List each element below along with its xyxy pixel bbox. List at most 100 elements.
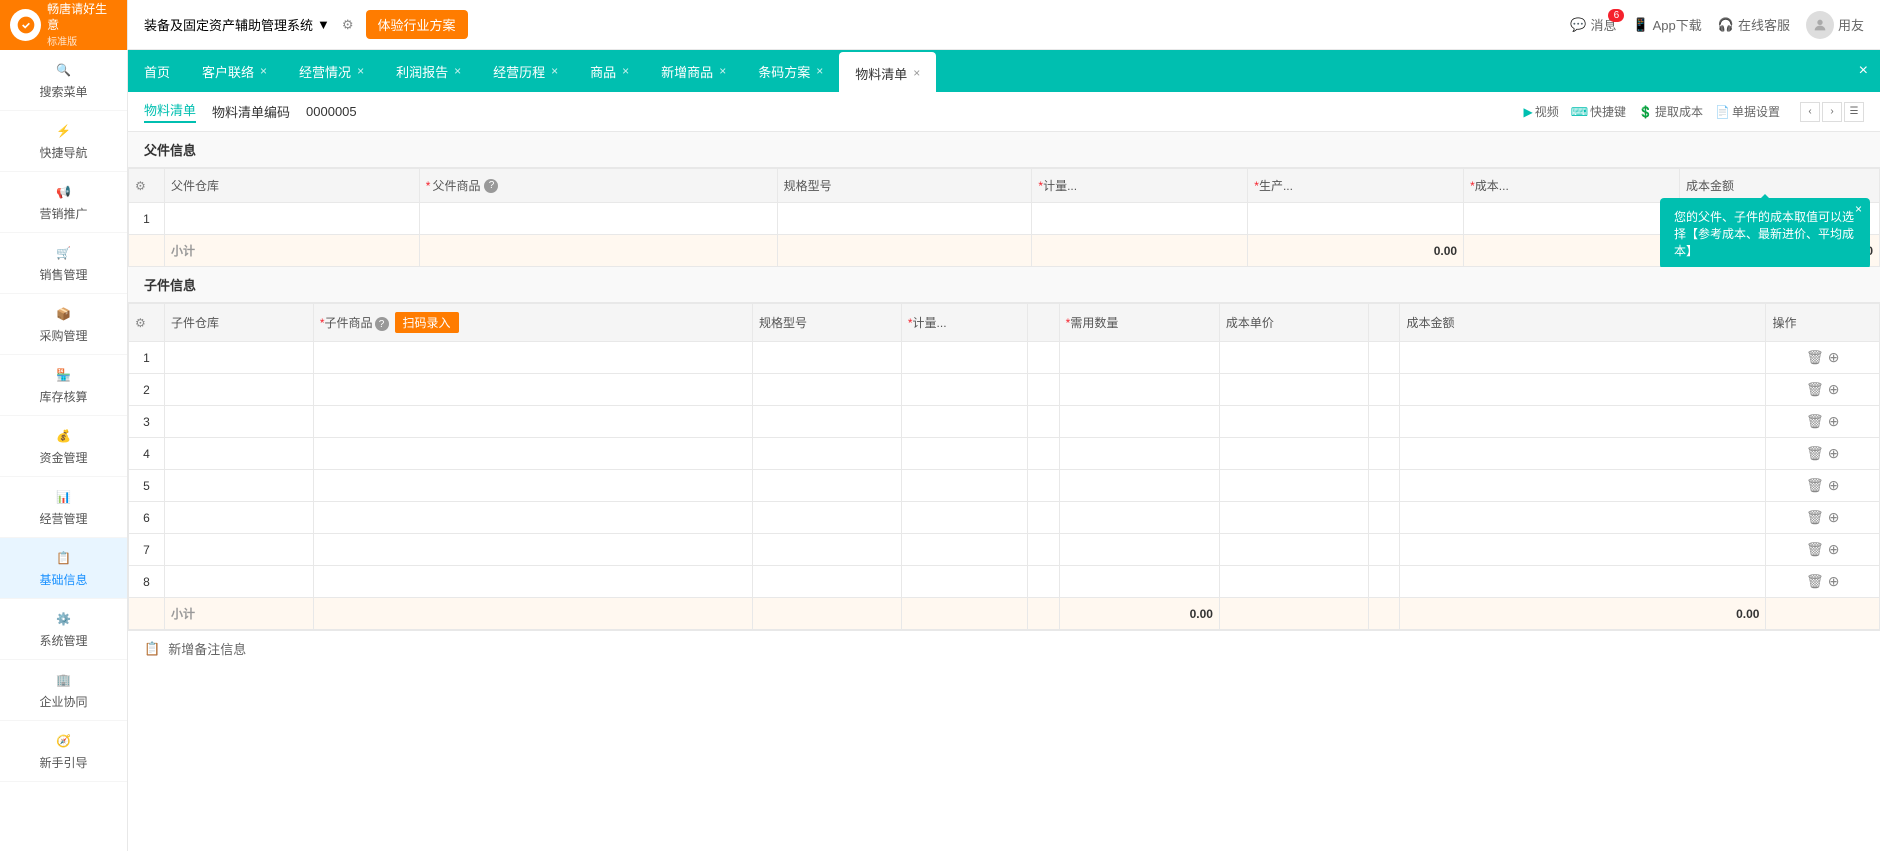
goods-info-icon[interactable]: ? [484, 179, 498, 193]
bottom-text[interactable]: 新增备注信息 [168, 639, 246, 658]
tab-close-operations[interactable]: × [357, 64, 364, 78]
sidebar-item-search[interactable]: 🔍 搜索菜单 [0, 50, 127, 111]
sidebar-item-system[interactable]: ⚙️ 系统管理 [0, 599, 127, 660]
tab-close-barcode[interactable]: × [816, 64, 823, 78]
child-cell-spec-1[interactable] [753, 342, 902, 374]
child-cell-goods-3[interactable] [313, 406, 752, 438]
user-action[interactable]: 用友 [1806, 11, 1864, 39]
tab-profit[interactable]: 利润报告 × [380, 50, 477, 92]
settings-icon-btn[interactable]: ⚙ [342, 17, 354, 33]
sidebar-item-operations[interactable]: 📊 经营管理 [0, 477, 127, 538]
child-cell-spec-3[interactable] [753, 406, 902, 438]
tab-close-customer[interactable]: × [260, 64, 267, 78]
child-settings-icon[interactable]: ⚙ [135, 316, 146, 330]
copy-icon-4[interactable]: ⊕ [1828, 445, 1840, 462]
child-cell-warehouse-3[interactable] [165, 406, 314, 438]
child-cell-amount-2 [1400, 374, 1766, 406]
copy-icon-2[interactable]: ⊕ [1828, 381, 1840, 398]
extract-cost-btn[interactable]: 💲 提取成本 [1638, 103, 1703, 120]
child-row-5: 5 🗑⊕ [129, 470, 1880, 502]
breadcrumb-parent[interactable]: 物料清单 [144, 100, 196, 123]
tab-close-all[interactable]: × [1847, 62, 1880, 80]
delete-icon-1[interactable]: 🗑 [1806, 349, 1824, 366]
sidebar-item-sales[interactable]: 🛒 销售管理 [0, 233, 127, 294]
tab-history[interactable]: 经营历程 × [477, 50, 574, 92]
copy-icon-6[interactable]: ⊕ [1828, 509, 1840, 526]
child-cell-warehouse-1[interactable] [165, 342, 314, 374]
next-arrow[interactable]: › [1822, 102, 1842, 122]
child-cell-unit-1[interactable] [901, 342, 1027, 374]
tab-barcode[interactable]: 条码方案 × [742, 50, 839, 92]
copy-icon-7[interactable]: ⊕ [1828, 541, 1840, 558]
delete-icon-8[interactable]: 🗑 [1806, 573, 1824, 590]
child-cell-unitcost-2[interactable] [1219, 374, 1368, 406]
video-btn[interactable]: ▶ 视频 [1523, 103, 1558, 120]
tab-goods[interactable]: 商品 × [574, 50, 645, 92]
parent-cell-spec[interactable] [777, 203, 1032, 235]
copy-icon-1[interactable]: ⊕ [1828, 349, 1840, 366]
sidebar-item-quicknav[interactable]: ⚡ 快捷导航 [0, 111, 127, 172]
child-cell-qty-1[interactable] [1059, 342, 1219, 374]
delete-icon-2[interactable]: 🗑 [1806, 381, 1824, 398]
delete-icon-3[interactable]: 🗑 [1806, 413, 1824, 430]
doc-code: 0000005 [306, 104, 357, 119]
copy-icon-5[interactable]: ⊕ [1828, 477, 1840, 494]
online-service-action[interactable]: 🎧 在线客服 [1718, 15, 1790, 34]
delete-icon-4[interactable]: 🗑 [1806, 445, 1824, 462]
tab-home[interactable]: 首页 [128, 50, 186, 92]
child-cell-unit-2[interactable] [901, 374, 1027, 406]
sidebar-item-guide[interactable]: 🧭 新手引导 [0, 721, 127, 782]
tab-close-history[interactable]: × [551, 64, 558, 78]
child-cell-unit-3[interactable] [901, 406, 1027, 438]
child-goods-info-icon[interactable]: ? [375, 317, 389, 331]
parent-col-settings: ⚙ [129, 169, 165, 203]
tab-close-goods[interactable]: × [622, 64, 629, 78]
sidebar-item-inventory[interactable]: 🏪 库存核算 [0, 355, 127, 416]
prev-arrow[interactable]: ‹ [1800, 102, 1820, 122]
sidebar-item-basicinfo[interactable]: 📋 基础信息 [0, 538, 127, 599]
settings-gear-icon[interactable]: ⚙ [135, 179, 146, 193]
tab-new-goods[interactable]: 新增商品 × [645, 50, 742, 92]
delete-icon-5[interactable]: 🗑 [1806, 477, 1824, 494]
tooltip-close-btn[interactable]: × [1855, 202, 1862, 216]
delete-icon-7[interactable]: 🗑 [1806, 541, 1824, 558]
tab-bom[interactable]: 物料清单 × [839, 52, 936, 92]
child-cell-qty-2[interactable] [1059, 374, 1219, 406]
delete-icon-6[interactable]: 🗑 [1806, 509, 1824, 526]
app-download-action[interactable]: 📱 App下载 [1632, 15, 1701, 34]
copy-icon-3[interactable]: ⊕ [1828, 413, 1840, 430]
child-cell-qty-3[interactable] [1059, 406, 1219, 438]
parent-cell-goods[interactable] [419, 203, 777, 235]
message-action[interactable]: 💬 消息 6 [1570, 15, 1616, 34]
tab-operations[interactable]: 经营情况 × [283, 50, 380, 92]
sidebar-item-purchase[interactable]: 📦 采购管理 [0, 294, 127, 355]
shortcut-btn[interactable]: ⌨ 快捷键 [1571, 103, 1626, 120]
scan-input-btn[interactable]: 扫码录入 [395, 312, 459, 333]
tab-close-bom[interactable]: × [913, 66, 920, 80]
parent-cell-unit[interactable] [1032, 203, 1248, 235]
sidebar-item-marketing[interactable]: 📢 营销推广 [0, 172, 127, 233]
list-view-btn[interactable]: ☰ [1844, 102, 1864, 122]
child-cell-unitcost-3[interactable] [1219, 406, 1368, 438]
sidebar-item-finance[interactable]: 💰 资金管理 [0, 416, 127, 477]
experience-button[interactable]: 体验行业方案 [366, 10, 468, 39]
parent-cell-warehouse[interactable] [165, 203, 420, 235]
copy-icon-8[interactable]: ⊕ [1828, 573, 1840, 590]
child-subtotal-qty: 0.00 [1059, 598, 1219, 630]
sidebar-item-enterprise[interactable]: 🏢 企业协同 [0, 660, 127, 721]
child-cell-unitcost-1[interactable] [1219, 342, 1368, 374]
child-subtotal-label: 小计 [165, 598, 314, 630]
child-subtotal-amount: 0.00 [1400, 598, 1766, 630]
single-settings-btn[interactable]: 📄 单据设置 [1715, 103, 1780, 120]
system-title[interactable]: 装备及固定资产辅助管理系统 ▼ [144, 15, 330, 34]
tab-customer[interactable]: 客户联络 × [186, 50, 283, 92]
child-cell-goods-2[interactable] [313, 374, 752, 406]
child-cell-warehouse-2[interactable] [165, 374, 314, 406]
parent-cell-production[interactable] [1248, 203, 1464, 235]
parent-cell-cost[interactable] [1464, 203, 1680, 235]
tab-close-new-goods[interactable]: × [719, 64, 726, 78]
child-cell-goods-1[interactable] [313, 342, 752, 374]
tab-close-profit[interactable]: × [454, 64, 461, 78]
child-cell-spec-2[interactable] [753, 374, 902, 406]
message-icon: 💬 [1570, 17, 1586, 33]
